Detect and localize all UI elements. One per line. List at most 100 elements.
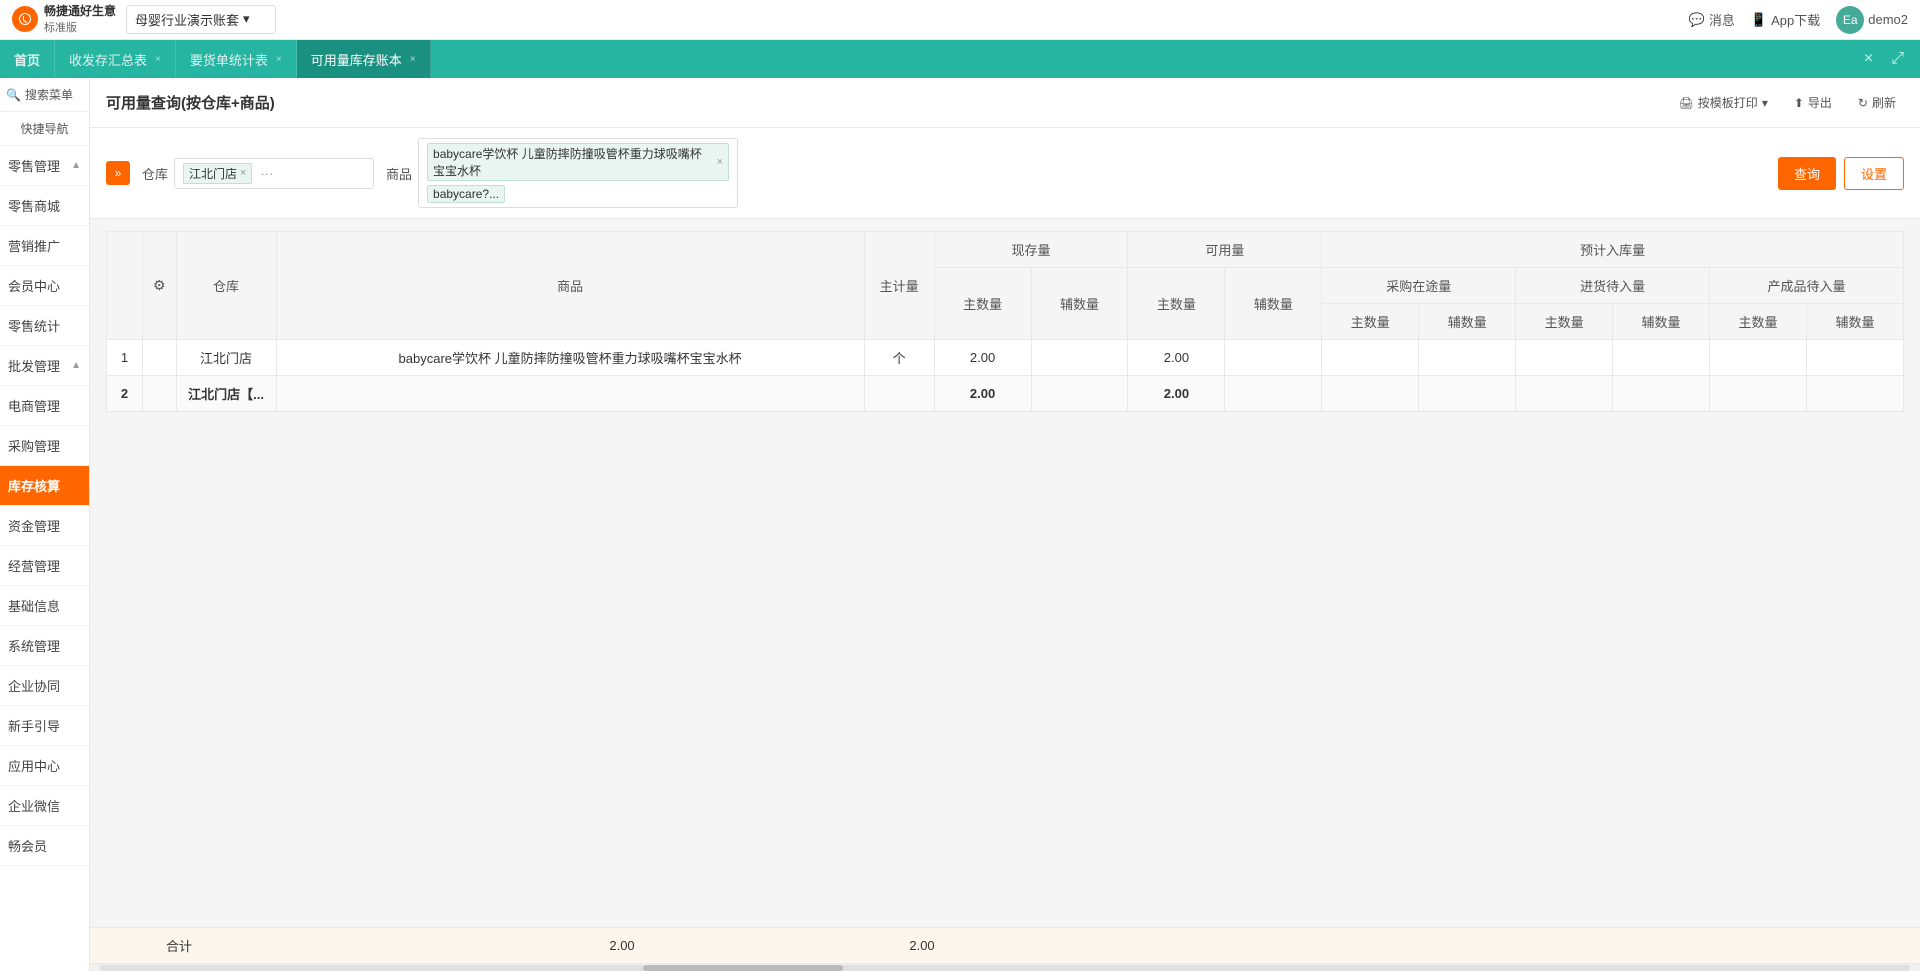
- tab-available-stock-close[interactable]: ×: [410, 54, 416, 65]
- sidebar-item-enterprise[interactable]: 企业协同: [0, 666, 89, 706]
- top-bar-left: 畅捷通好生意 标准版 母婴行业演示账套 ▾: [12, 4, 276, 34]
- cell-unit-2: [864, 376, 934, 412]
- nav-bar-right: × ⤢: [1858, 48, 1920, 70]
- sidebar-item-finance[interactable]: 资金管理: [0, 506, 89, 546]
- sidebar-item-ecommerce[interactable]: 电商管理: [0, 386, 89, 426]
- filter-expand-button[interactable]: »: [106, 161, 130, 185]
- logo-icon: [12, 6, 38, 32]
- tab-summary[interactable]: 收发存汇总表 ×: [55, 40, 176, 78]
- product-tag-2-text: babycare?...: [433, 187, 499, 201]
- query-button[interactable]: 查询: [1778, 157, 1836, 190]
- sidebar-section: 零售管理 ▲ 零售商城 营销推广 会员中心 零售统计 批发管理 ▲ 电商管理: [0, 146, 89, 866]
- th-settings[interactable]: ⚙: [143, 232, 177, 340]
- cell-rownum-2: 2: [107, 376, 143, 412]
- tab-available-stock[interactable]: 可用量库存账本 ×: [297, 40, 431, 78]
- tab-summary-close[interactable]: ×: [155, 54, 161, 65]
- sidebar-quick-nav[interactable]: 快捷导航: [0, 112, 89, 146]
- logo-text: 畅捷通好生意: [44, 4, 116, 18]
- industry-select[interactable]: 母婴行业演示账套 ▾: [126, 5, 276, 34]
- cell-purchase-main: [1322, 340, 1419, 376]
- sidebar-item-members[interactable]: 会员中心: [0, 266, 89, 306]
- sidebar-item-guide[interactable]: 新手引导: [0, 706, 89, 746]
- bottom-scrollbar[interactable]: [90, 963, 1920, 971]
- cell-available-main: 2.00: [1128, 340, 1225, 376]
- sidebar-search[interactable]: 🔍 搜索菜单: [0, 78, 89, 112]
- logo-area: 畅捷通好生意 标准版: [12, 4, 116, 34]
- tab-order-stats[interactable]: 要货单统计表 ×: [176, 40, 297, 78]
- sidebar-item-retail-mgmt[interactable]: 零售管理 ▲: [0, 146, 89, 186]
- th-forecast-group: 预计入库量: [1322, 232, 1904, 268]
- tab-home-label: 首页: [14, 50, 40, 69]
- sidebar-item-vip-label: 畅会员: [8, 836, 47, 855]
- sidebar-item-wechat[interactable]: 企业微信: [0, 786, 89, 826]
- chevron-icon-2: ▲: [71, 360, 81, 371]
- sidebar-item-guide-label: 新手引导: [8, 716, 60, 735]
- cell-incoming-aux-2: [1613, 376, 1710, 412]
- nav-bar: 首页 收发存汇总表 × 要货单统计表 × 可用量库存账本 × × ⤢: [0, 40, 1920, 78]
- scroll-thumb[interactable]: [643, 965, 843, 971]
- sidebar-item-marketing[interactable]: 营销推广: [0, 226, 89, 266]
- sidebar-item-inventory[interactable]: 库存核算: [0, 466, 89, 506]
- sidebar-item-purchase[interactable]: 采购管理: [0, 426, 89, 466]
- sidebar-item-retail-stats[interactable]: 零售统计: [0, 306, 89, 346]
- sidebar-item-system[interactable]: 系统管理: [0, 626, 89, 666]
- cell-warehouse: 江北门店: [176, 340, 276, 376]
- product-input[interactable]: babycare学饮杯 儿童防摔防撞吸管杯重力球吸嘴杯宝宝水杯 × babyca…: [418, 138, 738, 208]
- export-button[interactable]: ⬆ 导出: [1786, 90, 1840, 115]
- warehouse-tag: 江北门店 ×: [183, 163, 252, 184]
- product-tag-1-remove[interactable]: ×: [717, 156, 723, 168]
- app-download-button[interactable]: 📱 App下载: [1751, 10, 1820, 29]
- sidebar-item-operations[interactable]: 经营管理: [0, 546, 89, 586]
- export-label: 导出: [1808, 94, 1832, 111]
- sidebar-item-app-center[interactable]: 应用中心: [0, 746, 89, 786]
- th-available-aux: 辅数量: [1225, 268, 1322, 340]
- main-layout: 🔍 搜索菜单 快捷导航 零售管理 ▲ 零售商城 营销推广 会员中心 零售统计: [0, 78, 1920, 971]
- sidebar-item-wholesale[interactable]: 批发管理 ▲: [0, 346, 89, 386]
- refresh-button[interactable]: ↻ 刷新: [1850, 90, 1904, 115]
- sidebar-item-wechat-label: 企业微信: [8, 796, 60, 815]
- product-tag-2: babycare?...: [427, 185, 505, 203]
- app-download-label: App下载: [1771, 10, 1820, 29]
- page-header-actions: 🖨 按模板打印 ▾ ⬆ 导出 ↻ 刷新: [1671, 90, 1904, 127]
- sidebar-item-finance-label: 资金管理: [8, 516, 60, 535]
- cell-product-2: [276, 376, 864, 412]
- sidebar-item-retail-mall[interactable]: 零售商城: [0, 186, 89, 226]
- th-available-group: 可用量: [1128, 232, 1322, 268]
- nav-close-button[interactable]: ×: [1858, 48, 1879, 70]
- warehouse-more-dots[interactable]: ···: [256, 166, 277, 181]
- export-icon: ⬆: [1794, 96, 1804, 110]
- tab-order-stats-close[interactable]: ×: [276, 54, 282, 65]
- search-icon: 🔍: [6, 88, 21, 102]
- warehouse-tag-remove[interactable]: ×: [240, 167, 246, 179]
- message-label: 消息: [1709, 10, 1735, 29]
- table-area: ⚙ 仓库 商品 主计量 现存量 可用量 预计入库量 主数量 辅数量 主数量 辅数…: [90, 219, 1920, 927]
- cell-available-aux-2: [1225, 376, 1322, 412]
- th-production-aux: 辅数量: [1806, 304, 1903, 340]
- logo-sub: 标准版: [44, 19, 116, 35]
- sidebar-item-ecommerce-label: 电商管理: [8, 396, 60, 415]
- settings-button[interactable]: 设置: [1844, 157, 1904, 190]
- cell-production-main-2: [1710, 376, 1807, 412]
- warehouse-input[interactable]: 江北门店 × ···: [174, 158, 374, 189]
- cell-settings: [143, 340, 177, 376]
- tab-home[interactable]: 首页: [0, 40, 55, 78]
- tab-order-stats-label: 要货单统计表: [190, 50, 268, 69]
- cell-incoming-main-2: [1516, 376, 1613, 412]
- sidebar-item-vip[interactable]: 畅会员: [0, 826, 89, 866]
- th-production-group: 产成品待入量: [1710, 268, 1904, 304]
- nav-fullscreen-button[interactable]: ⤢: [1885, 48, 1910, 70]
- table-row: 1 江北门店 babycare学饮杯 儿童防摔防撞吸管杯重力球吸嘴杯宝宝水杯 个…: [107, 340, 1904, 376]
- page-header: 可用量查询(按仓库+商品) 🖨 按模板打印 ▾ ⬆ 导出 ↻ 刷新: [90, 78, 1920, 128]
- sidebar-item-basic-info[interactable]: 基础信息: [0, 586, 89, 626]
- scroll-track: [100, 965, 1910, 971]
- sidebar-item-retail-mall-label: 零售商城: [8, 196, 60, 215]
- sidebar-item-purchase-label: 采购管理: [8, 436, 60, 455]
- template-print-button[interactable]: 🖨 按模板打印 ▾: [1671, 90, 1776, 115]
- chevron-down-icon-print: ▾: [1762, 96, 1768, 110]
- sidebar: 🔍 搜索菜单 快捷导航 零售管理 ▲ 零售商城 营销推广 会员中心 零售统计: [0, 78, 90, 971]
- product-label: 商品: [386, 164, 412, 183]
- cell-stock-aux-2: [1031, 376, 1128, 412]
- user-area[interactable]: Ea demo2: [1836, 6, 1908, 34]
- message-button[interactable]: 💬 消息: [1689, 10, 1735, 29]
- sidebar-item-basic-info-label: 基础信息: [8, 596, 60, 615]
